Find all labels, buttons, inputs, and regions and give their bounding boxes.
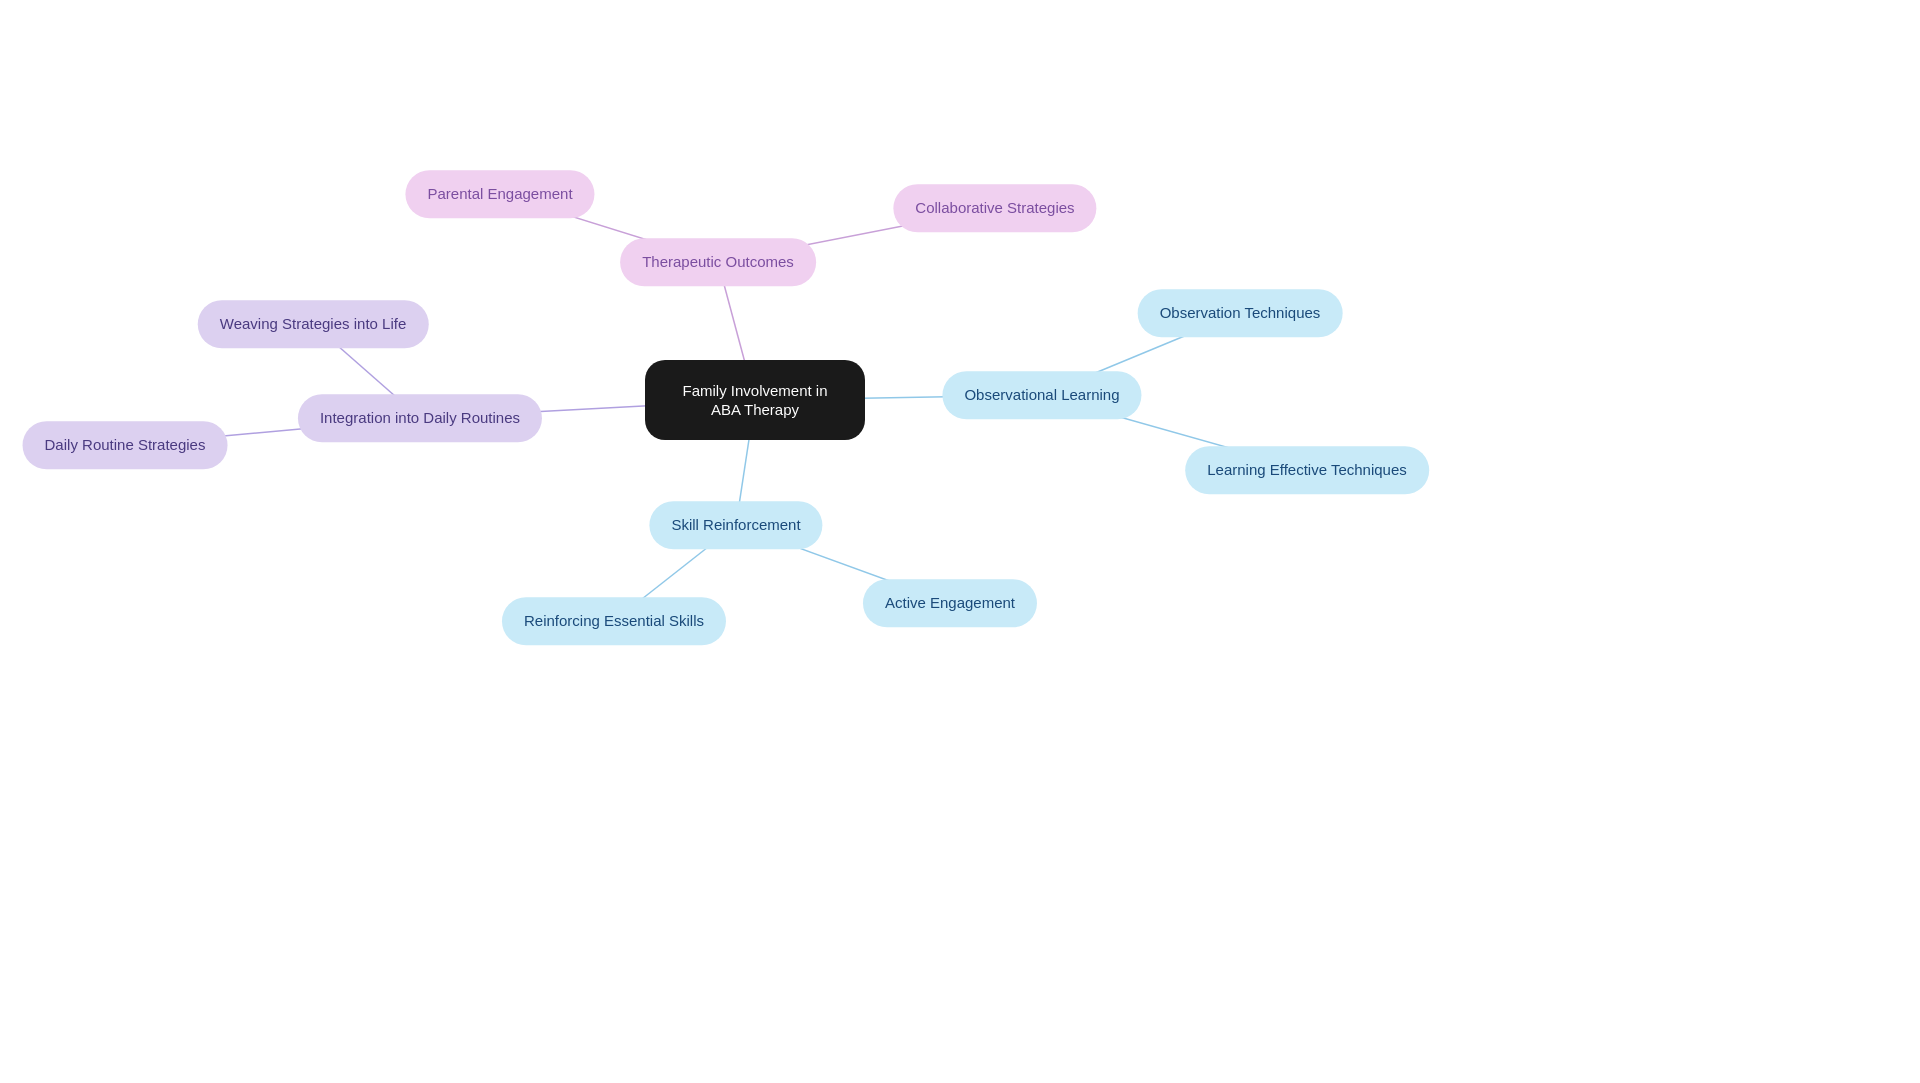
reinforcing-essential-skills-node[interactable]: Reinforcing Essential Skills bbox=[502, 597, 726, 645]
observation-techniques-node[interactable]: Observation Techniques bbox=[1138, 289, 1343, 337]
active-engagement-node[interactable]: Active Engagement bbox=[863, 579, 1037, 627]
skill-reinforcement-node[interactable]: Skill Reinforcement bbox=[649, 501, 822, 549]
parental-engagement-label: Parental Engagement bbox=[405, 170, 594, 218]
therapeutic-outcomes-node[interactable]: Therapeutic Outcomes bbox=[620, 238, 816, 286]
integration-daily-routines-node[interactable]: Integration into Daily Routines bbox=[298, 394, 542, 442]
weaving-strategies-label: Weaving Strategies into Life bbox=[198, 300, 429, 348]
weaving-strategies-node[interactable]: Weaving Strategies into Life bbox=[198, 300, 429, 348]
collaborative-strategies-label: Collaborative Strategies bbox=[893, 184, 1096, 232]
reinforcing-essential-skills-label: Reinforcing Essential Skills bbox=[502, 597, 726, 645]
active-engagement-label: Active Engagement bbox=[863, 579, 1037, 627]
integration-daily-routines-label: Integration into Daily Routines bbox=[298, 394, 542, 442]
parental-engagement-node[interactable]: Parental Engagement bbox=[405, 170, 594, 218]
therapeutic-outcomes-label: Therapeutic Outcomes bbox=[620, 238, 816, 286]
skill-reinforcement-label: Skill Reinforcement bbox=[649, 501, 822, 549]
daily-routine-strategies-node[interactable]: Daily Routine Strategies bbox=[23, 421, 228, 469]
collaborative-strategies-node[interactable]: Collaborative Strategies bbox=[893, 184, 1096, 232]
observational-learning-label: Observational Learning bbox=[942, 371, 1141, 419]
center-node[interactable]: Family Involvement in ABA Therapy bbox=[645, 360, 865, 440]
center-label: Family Involvement in ABA Therapy bbox=[645, 367, 865, 434]
learning-effective-techniques-node[interactable]: Learning Effective Techniques bbox=[1185, 446, 1429, 494]
daily-routine-strategies-label: Daily Routine Strategies bbox=[23, 421, 228, 469]
observational-learning-node[interactable]: Observational Learning bbox=[942, 371, 1141, 419]
learning-effective-techniques-label: Learning Effective Techniques bbox=[1185, 446, 1429, 494]
observation-techniques-label: Observation Techniques bbox=[1138, 289, 1343, 337]
